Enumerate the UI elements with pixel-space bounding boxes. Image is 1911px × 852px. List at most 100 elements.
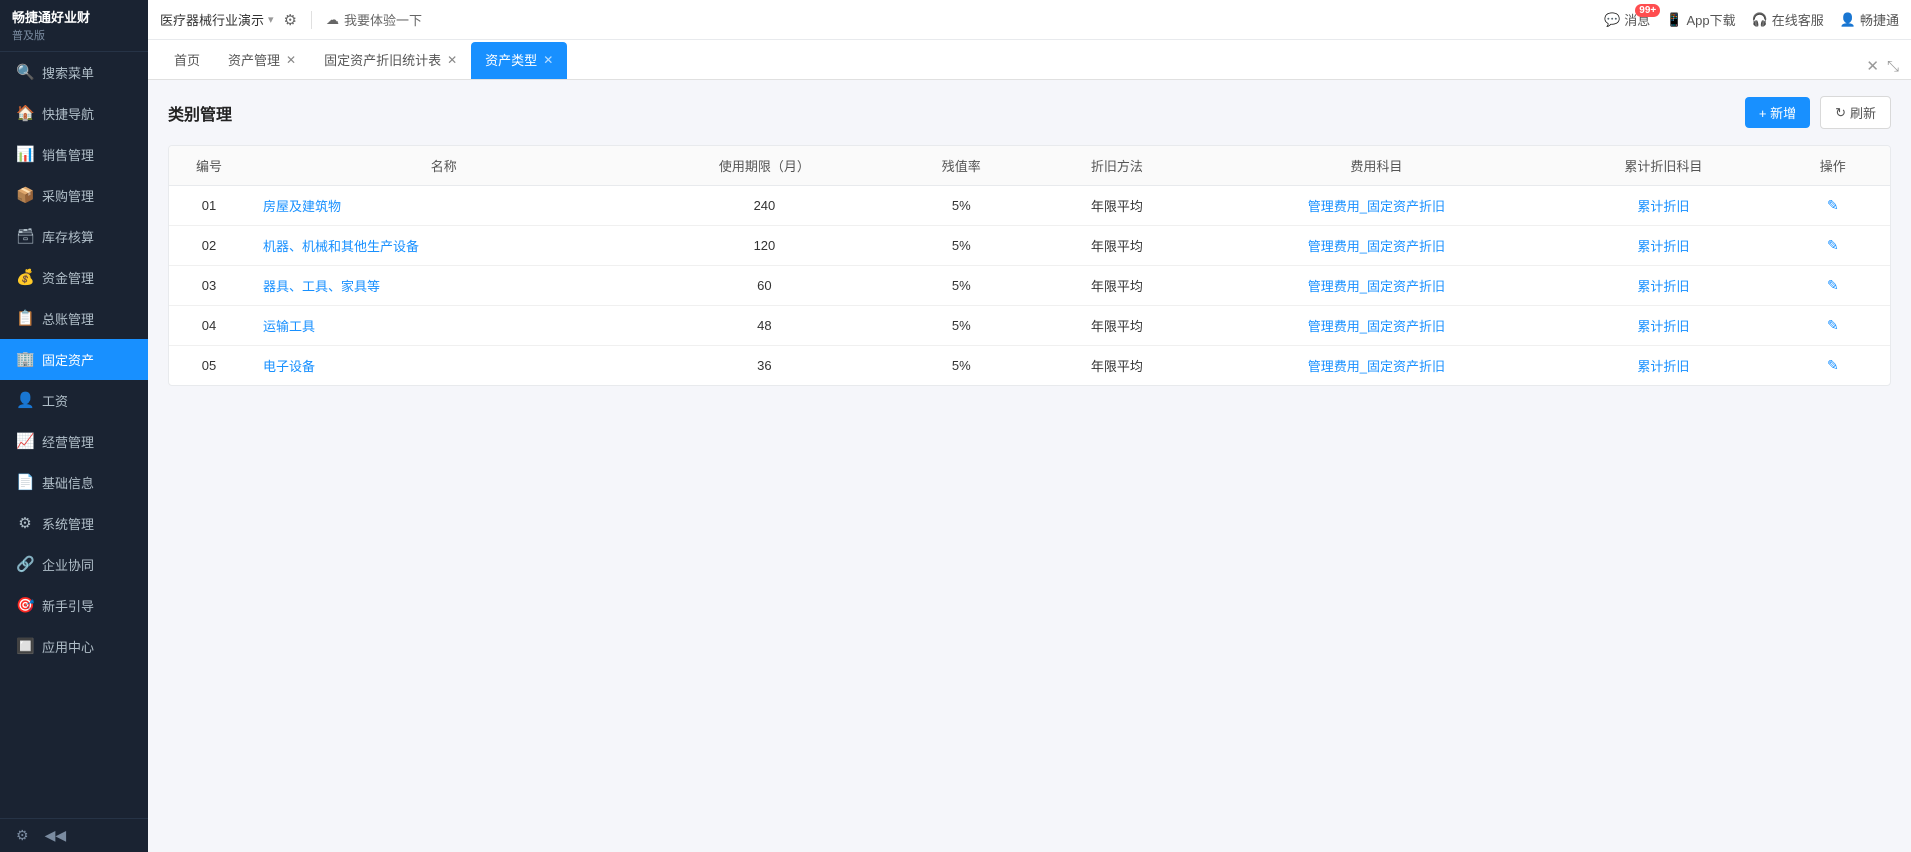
cell-name: 器具、工具、家具等 — [249, 266, 638, 306]
app-center-icon: 🔲 — [16, 637, 34, 655]
edit-icon[interactable]: ✎ — [1827, 357, 1839, 373]
cell-method: 年限平均 — [1032, 266, 1201, 306]
close-tab-icon[interactable]: ✕ — [1866, 57, 1879, 75]
sidebar-item-label: 资金管理 — [42, 268, 94, 287]
cell-accumulated: 累计折旧 — [1551, 346, 1775, 386]
sidebar-item-label: 总账管理 — [42, 309, 94, 328]
online-service-label: 在线客服 — [1772, 10, 1824, 29]
sidebar-item-label: 工资 — [42, 391, 68, 410]
sidebar-bottom: ⚙ ◀◀ — [0, 818, 148, 852]
sidebar-item-system[interactable]: ⚙ 系统管理 — [0, 503, 148, 544]
table-header: 编号 名称 使用期限（月） 残值率 折旧方法 费用科目 累计折旧科目 操作 — [169, 146, 1890, 186]
sidebar-item-payroll[interactable]: 👤 工资 — [0, 380, 148, 421]
sidebar-item-fixed-assets[interactable]: 🏢 固定资产 — [0, 339, 148, 380]
tab-home-label: 首页 — [174, 50, 200, 69]
cell-residual: 5% — [890, 266, 1032, 306]
cell-id: 04 — [169, 306, 249, 346]
user-button[interactable]: 👤 畅捷通 — [1840, 10, 1899, 29]
cell-id: 05 — [169, 346, 249, 386]
table-row: 01 房屋及建筑物 240 5% 年限平均 管理费用_固定资产折旧 累计折旧 ✎ — [169, 186, 1890, 226]
sidebar-item-app-center[interactable]: 🔲 应用中心 — [0, 626, 148, 667]
refresh-button[interactable]: ↻ 刷新 — [1820, 96, 1891, 129]
edit-icon[interactable]: ✎ — [1827, 317, 1839, 333]
page-header: 类别管理 + 新增 ↻ 刷新 — [168, 96, 1891, 129]
sidebar-item-quick-nav[interactable]: 🏠 快捷导航 — [0, 93, 148, 134]
settings-bottom-icon[interactable]: ⚙ — [16, 827, 29, 844]
sidebar-item-label: 新手引导 — [42, 596, 94, 615]
app-download-icon: 📱 — [1666, 12, 1682, 28]
tab-asset-management[interactable]: 资产管理 ✕ — [214, 42, 310, 79]
app-download-button[interactable]: 📱 App下载 — [1666, 10, 1735, 29]
online-service-button[interactable]: 🎧 在线客服 — [1752, 10, 1824, 29]
sidebar-item-search-menu[interactable]: 🔍 搜索菜单 — [0, 52, 148, 93]
message-button[interactable]: 💬 消息 99+ — [1604, 10, 1650, 29]
tab-home[interactable]: 首页 — [160, 42, 214, 79]
tab-asset-management-label: 资产管理 — [228, 50, 280, 69]
basic-info-icon: 📄 — [16, 473, 34, 491]
cell-accumulated: 累计折旧 — [1551, 266, 1775, 306]
cell-accumulated: 累计折旧 — [1551, 186, 1775, 226]
cell-method: 年限平均 — [1032, 226, 1201, 266]
edit-icon[interactable]: ✎ — [1827, 237, 1839, 253]
cell-accumulated: 累计折旧 — [1551, 306, 1775, 346]
collapse-icon[interactable]: ◀◀ — [45, 827, 67, 844]
cell-period: 120 — [638, 226, 890, 266]
new-button[interactable]: + 新增 — [1745, 97, 1810, 128]
sidebar-item-label: 应用中心 — [42, 637, 94, 656]
col-name: 名称 — [249, 146, 638, 186]
col-expense: 费用科目 — [1202, 146, 1552, 186]
chevron-down-icon: ▾ — [268, 13, 274, 26]
company-selector[interactable]: 医疗器械行业演示 ▾ — [160, 10, 274, 29]
sidebar-item-purchase[interactable]: 📦 采购管理 — [0, 175, 148, 216]
experience-label: 我要体验一下 — [344, 10, 422, 29]
service-icon: 🎧 — [1752, 12, 1768, 28]
tab-asset-type[interactable]: 资产类型 ✕ — [471, 42, 567, 79]
tab-depreciation-table[interactable]: 固定资产折旧统计表 ✕ — [310, 42, 471, 79]
sidebar-item-enterprise[interactable]: 🔗 企业协同 — [0, 544, 148, 585]
tab-asset-management-close[interactable]: ✕ — [286, 53, 296, 67]
enterprise-icon: 🔗 — [16, 555, 34, 573]
sidebar-item-guide[interactable]: 🎯 新手引导 — [0, 585, 148, 626]
tab-asset-type-close[interactable]: ✕ — [543, 53, 553, 67]
sidebar-item-basic-info[interactable]: 📄 基础信息 — [0, 462, 148, 503]
settings-icon[interactable]: ⚙ — [284, 11, 297, 29]
expand-tab-icon[interactable]: ⤡ — [1887, 58, 1899, 75]
col-period: 使用期限（月） — [638, 146, 890, 186]
cell-id: 01 — [169, 186, 249, 226]
cell-action: ✎ — [1776, 226, 1890, 266]
sidebar-logo-sub: 普及版 — [12, 27, 136, 43]
message-badge: 99+ — [1635, 4, 1660, 17]
table-row: 04 运输工具 48 5% 年限平均 管理费用_固定资产折旧 累计折旧 ✎ — [169, 306, 1890, 346]
cell-id: 02 — [169, 226, 249, 266]
sidebar-item-label: 采购管理 — [42, 186, 94, 205]
cell-expense: 管理费用_固定资产折旧 — [1202, 226, 1552, 266]
sidebar-item-operations[interactable]: 📈 经营管理 — [0, 421, 148, 462]
inventory-icon: 🗃 — [16, 227, 34, 245]
col-method: 折旧方法 — [1032, 146, 1201, 186]
page-title: 类别管理 — [168, 101, 232, 125]
edit-icon[interactable]: ✎ — [1827, 277, 1839, 293]
sidebar-item-inventory[interactable]: 🗃 库存核算 — [0, 216, 148, 257]
sidebar-logo: 畅捷通好业财 普及版 — [0, 0, 148, 52]
sidebar-item-label: 库存核算 — [42, 227, 94, 246]
app-download-label: App下载 — [1686, 10, 1735, 29]
edit-icon[interactable]: ✎ — [1827, 197, 1839, 213]
tabbar-actions: ✕ ⤡ — [1866, 57, 1899, 79]
sidebar-nav: 🔍 搜索菜单 🏠 快捷导航 📊 销售管理 📦 采购管理 🗃 库存核算 💰 资金管… — [0, 52, 148, 818]
asset-type-table: 编号 名称 使用期限（月） 残值率 折旧方法 费用科目 累计折旧科目 操作 01… — [169, 146, 1890, 385]
cell-action: ✎ — [1776, 186, 1890, 226]
experience-button[interactable]: ☁ 我要体验一下 — [326, 10, 422, 29]
cell-name: 机器、机械和其他生产设备 — [249, 226, 638, 266]
table-row: 05 电子设备 36 5% 年限平均 管理费用_固定资产折旧 累计折旧 ✎ — [169, 346, 1890, 386]
refresh-icon: ↻ — [1835, 105, 1846, 121]
table-row: 03 器具、工具、家具等 60 5% 年限平均 管理费用_固定资产折旧 累计折旧… — [169, 266, 1890, 306]
sidebar-item-label: 销售管理 — [42, 145, 94, 164]
sidebar-item-ledger[interactable]: 📋 总账管理 — [0, 298, 148, 339]
cell-period: 36 — [638, 346, 890, 386]
sidebar-item-capital[interactable]: 💰 资金管理 — [0, 257, 148, 298]
tab-depreciation-close[interactable]: ✕ — [447, 53, 457, 67]
cell-name: 电子设备 — [249, 346, 638, 386]
cell-residual: 5% — [890, 186, 1032, 226]
col-residual: 残值率 — [890, 146, 1032, 186]
sidebar-item-sales[interactable]: 📊 销售管理 — [0, 134, 148, 175]
